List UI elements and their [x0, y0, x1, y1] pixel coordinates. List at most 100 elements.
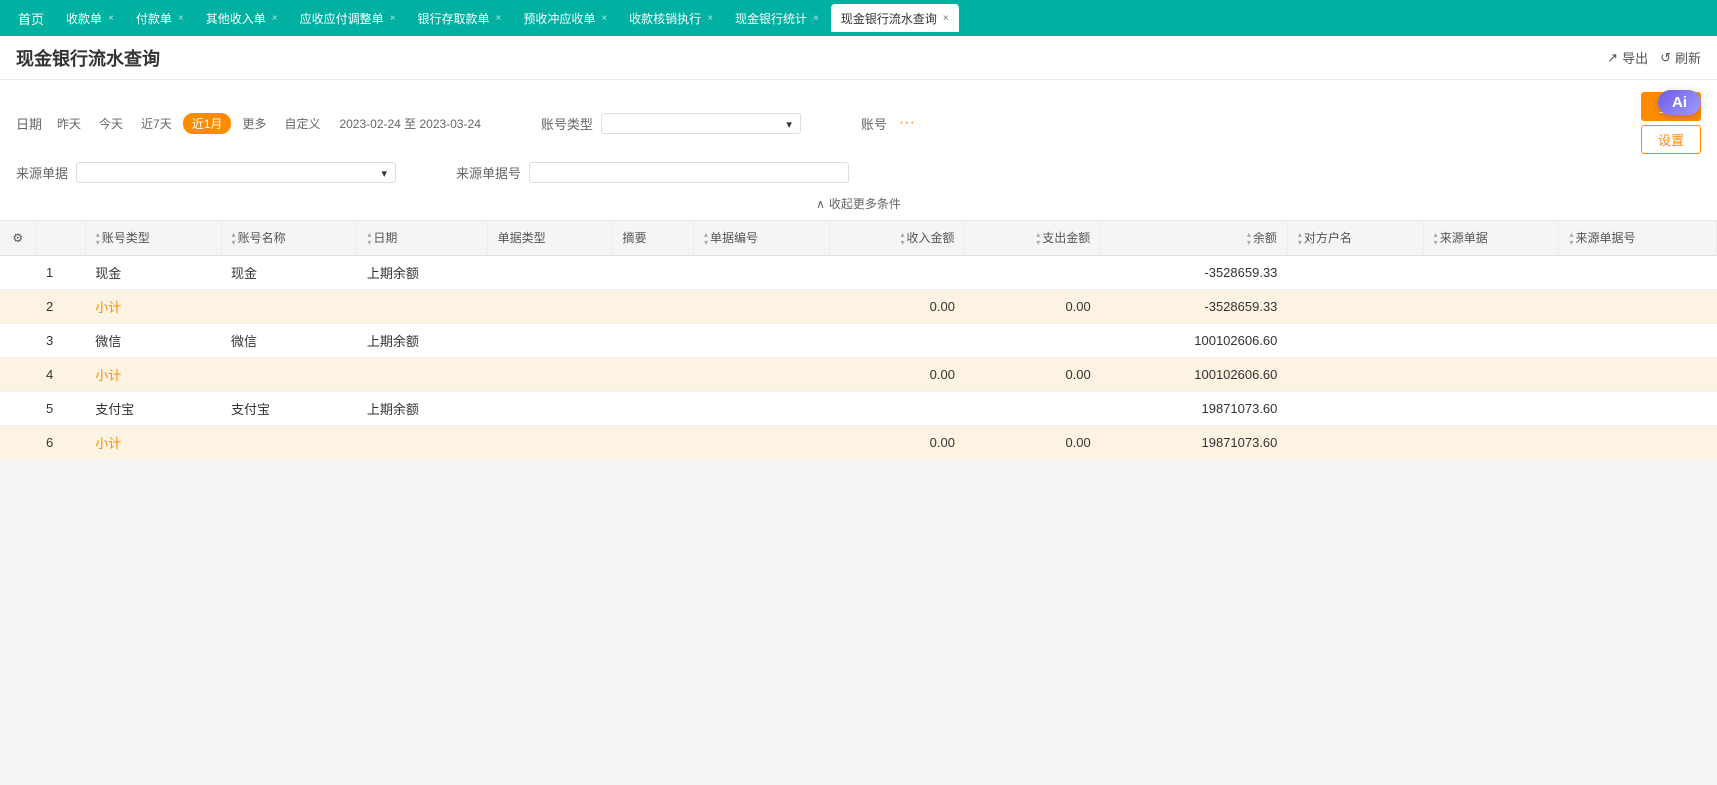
account-label: 账号 — [861, 114, 887, 133]
cell-source-doc-no — [1559, 323, 1717, 357]
col-settings[interactable]: ⚙ — [0, 221, 36, 255]
close-icon[interactable]: × — [272, 13, 278, 24]
cell-doc-no — [693, 323, 829, 357]
nav-tab-付款单[interactable]: 付款单 × — [126, 4, 194, 32]
cell-account-type: 小计 — [85, 357, 221, 391]
chevron-down-icon — [381, 165, 387, 180]
col-date[interactable]: ▴▾日期 — [357, 221, 487, 255]
sort-icon: ▴▾ — [1298, 231, 1302, 247]
table-container: ⚙ ▴▾账号类型 ▴▾账号名称 ▴▾日期 单据类型 摘要 ▴▾单据编号 ▴▾收入… — [0, 221, 1717, 460]
cell-balance: 19871073.60 — [1101, 391, 1288, 425]
cell-doc-no — [693, 255, 829, 289]
cell-doc-type — [487, 289, 612, 323]
table-row: 2小计0.000.00-3528659.33 — [0, 289, 1717, 323]
cell-source-doc-no — [1559, 255, 1717, 289]
cell-expense — [965, 391, 1101, 425]
cell-checkbox — [0, 425, 36, 459]
col-index — [36, 221, 85, 255]
settings-button[interactable]: 设置 — [1641, 125, 1701, 154]
sort-icon: ▴▾ — [367, 231, 371, 247]
nav-tab-收款核销执行[interactable]: 收款核销执行 × — [619, 4, 723, 32]
close-icon[interactable]: × — [601, 13, 607, 24]
cell-doc-no — [693, 391, 829, 425]
cell-source-doc — [1423, 425, 1559, 459]
col-counterpart[interactable]: ▴▾对方户名 — [1287, 221, 1423, 255]
close-icon[interactable]: × — [813, 13, 819, 24]
cell-source-doc-no — [1559, 357, 1717, 391]
cell-counterpart — [1287, 289, 1423, 323]
col-source-doc-no[interactable]: ▴▾来源单据号 — [1559, 221, 1717, 255]
col-balance[interactable]: ▴▾余额 — [1101, 221, 1288, 255]
date-btn-today[interactable]: 今天 — [92, 113, 130, 134]
source-doc-label: 来源单据 — [16, 163, 68, 182]
cell-doc-no — [693, 357, 829, 391]
page-title: 现金银行流水查询 — [16, 45, 160, 71]
table-body: 1现金现金上期余额-3528659.332小计0.000.00-3528659.… — [0, 255, 1717, 459]
date-btn-custom[interactable]: 自定义 — [277, 113, 327, 134]
table-row: 4小计0.000.00100102606.60 — [0, 357, 1717, 391]
col-doc-no[interactable]: ▴▾单据编号 — [693, 221, 829, 255]
nav-home[interactable]: 首页 — [8, 9, 54, 28]
cell-balance: -3528659.33 — [1101, 255, 1288, 289]
cell-income — [829, 323, 965, 357]
nav-tab-现金银行统计[interactable]: 现金银行统计 × — [725, 4, 829, 32]
close-icon[interactable]: × — [178, 13, 184, 24]
nav-tab-现金银行流水查询[interactable]: 现金银行流水查询 × — [831, 4, 959, 32]
date-btn-yesterday[interactable]: 昨天 — [50, 113, 88, 134]
cell-index: 1 — [36, 255, 85, 289]
close-icon[interactable]: × — [943, 13, 949, 24]
table-row: 1现金现金上期余额-3528659.33 — [0, 255, 1717, 289]
date-btn-more[interactable]: 更多 — [235, 113, 273, 134]
refresh-button[interactable]: ↺ 刷新 — [1660, 48, 1701, 67]
close-icon[interactable]: × — [707, 13, 713, 24]
close-icon[interactable]: × — [495, 13, 501, 24]
account-type-label: 账号类型 — [541, 114, 593, 133]
date-btn-1month[interactable]: 近1月 — [183, 113, 232, 134]
col-source-doc[interactable]: ▴▾来源单据 — [1423, 221, 1559, 255]
cell-summary — [612, 425, 693, 459]
cell-checkbox — [0, 255, 36, 289]
date-shortcuts: 昨天 今天 近7天 近1月 更多 自定义 — [50, 113, 327, 134]
cell-balance: -3528659.33 — [1101, 289, 1288, 323]
collapse-bar[interactable]: ∧ 收起更多条件 — [16, 191, 1701, 212]
cell-index: 4 — [36, 357, 85, 391]
export-button[interactable]: ↗ 导出 — [1607, 48, 1648, 67]
ai-badge[interactable]: Ai — [1658, 90, 1701, 115]
nav-tab-应收应付调整单[interactable]: 应收应付调整单 × — [290, 4, 406, 32]
refresh-icon: ↺ — [1660, 50, 1671, 66]
dots-button[interactable]: ··· — [895, 114, 919, 132]
chevron-down-icon — [786, 116, 792, 131]
page-header: 现金银行流水查询 ↗ 导出 ↺ 刷新 — [0, 36, 1717, 80]
cell-expense: 0.00 — [965, 289, 1101, 323]
source-doc-no-input[interactable] — [529, 162, 849, 183]
cell-account-name — [221, 425, 357, 459]
top-navigation: 首页 收款单 × 付款单 × 其他收入单 × 应收应付调整单 × 银行存取款单 … — [0, 0, 1717, 36]
close-icon[interactable]: × — [390, 13, 396, 24]
col-account-type[interactable]: ▴▾账号类型 — [85, 221, 221, 255]
close-icon[interactable]: × — [108, 13, 114, 24]
col-income[interactable]: ▴▾收入金额 — [829, 221, 965, 255]
cell-index: 3 — [36, 323, 85, 357]
account-type-select[interactable] — [601, 113, 801, 134]
sort-icon: ▴▾ — [1434, 231, 1438, 247]
nav-tab-其他收入单[interactable]: 其他收入单 × — [196, 4, 288, 32]
nav-tab-预收冲应收单[interactable]: 预收冲应收单 × — [513, 4, 617, 32]
cell-account-name: 支付宝 — [221, 391, 357, 425]
col-account-name[interactable]: ▴▾账号名称 — [221, 221, 357, 255]
date-btn-7days[interactable]: 近7天 — [134, 113, 179, 134]
cell-index: 5 — [36, 391, 85, 425]
col-doc-type: 单据类型 — [487, 221, 612, 255]
cell-income: 0.00 — [829, 425, 965, 459]
source-doc-select[interactable] — [76, 162, 396, 183]
cell-expense: 0.00 — [965, 425, 1101, 459]
cell-index: 2 — [36, 289, 85, 323]
table-row: 5支付宝支付宝上期余额19871073.60 — [0, 391, 1717, 425]
sort-icon: ▴▾ — [900, 231, 904, 247]
cell-date — [357, 289, 487, 323]
nav-tab-银行存取款单[interactable]: 银行存取款单 × — [407, 4, 511, 32]
cell-checkbox — [0, 323, 36, 357]
nav-tab-收款单[interactable]: 收款单 × — [56, 4, 124, 32]
export-icon: ↗ — [1607, 50, 1618, 66]
cell-account-type: 支付宝 — [85, 391, 221, 425]
col-expense[interactable]: ▴▾支出金额 — [965, 221, 1101, 255]
